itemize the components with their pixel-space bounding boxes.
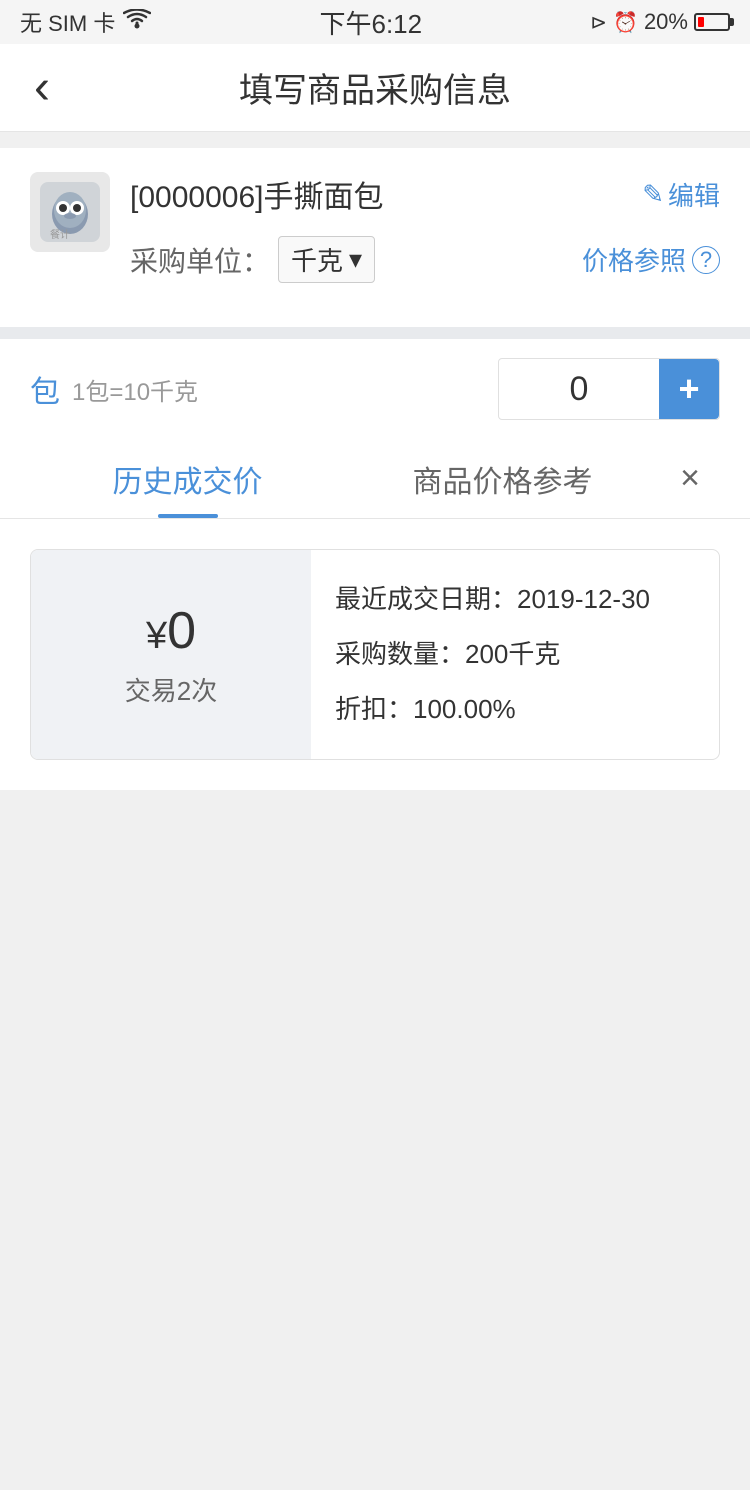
recent-date-value: 2019-12-30 [517,584,650,614]
price-card-right: 最近成交日期：2019-12-30 采购数量：200千克 折扣：100.00% [311,550,719,759]
quantity-input-wrap: + [498,358,720,420]
unit-select-dropdown[interactable]: 千克 ▾ [278,236,375,283]
product-info: [0000006]手撕面包 ✎ 编辑 采购单位： 千克 ▾ 价格参照 ? [130,172,720,283]
plus-icon: + [678,368,699,410]
alarm-icon: ⏰ [613,10,638,35]
edit-icon: ✎ [642,179,664,210]
quantity-input[interactable] [499,359,659,419]
quantity-unit-label: 包 [30,367,60,411]
price-card-left: ¥0 交易2次 [31,550,311,759]
nav-bar: ‹ 填写商品采购信息 [0,44,750,132]
recent-date-label: 最近成交日期： [335,584,517,614]
quantity-plus-button[interactable]: + [659,359,719,419]
price-value: 0 [167,602,196,660]
product-name: [0000006]手撕面包 [130,172,383,216]
back-button[interactable]: ‹ [24,50,60,125]
quantity-unit-ratio: 1包=10千克 [72,372,198,407]
price-yen-symbol: ¥ [146,615,167,657]
purchase-qty-label: 采购数量： [335,639,465,669]
tab-bar: 历史成交价 商品价格参考 × [0,439,750,519]
purchase-unit-label: 采购单位： [130,240,270,280]
purchase-qty-row: 采购数量：200千克 [335,635,695,674]
product-section: 餐计 [0000006]手撕面包 ✎ 编辑 采购单位： 千克 ▾ [0,148,750,327]
price-ref-question-icon: ? [692,246,720,274]
wifi-icon [123,9,151,35]
price-amount: ¥0 [146,601,196,661]
status-right: ⊳ ⏰ 20% [590,9,730,35]
tab-section: 历史成交价 商品价格参考 × ¥0 交易2次 最近成交日期：2019-12-30 [0,439,750,790]
tab-history-price-label: 历史成交价 [113,457,263,501]
price-ref-label: 价格参照 [582,241,686,278]
purchase-unit-row: 采购单位： 千克 ▾ 价格参照 ? [130,236,720,283]
location-icon: ⊳ [590,10,607,35]
price-card-section: ¥0 交易2次 最近成交日期：2019-12-30 采购数量：200千克 折扣：… [0,519,750,790]
purchase-qty-value: 200千克 [465,639,560,669]
svg-text:餐计: 餐计 [50,228,70,241]
product-thumbnail: 餐计 [30,172,110,252]
battery-percent: 20% [644,9,688,35]
quantity-row: 包 1包=10千克 + [0,339,750,439]
tab-active-underline [158,514,218,518]
recent-date-row: 最近成交日期：2019-12-30 [335,580,695,619]
discount-row: 折扣：100.00% [335,690,695,729]
battery-icon [694,13,730,31]
status-time: 下午6:12 [320,4,423,41]
edit-label: 编辑 [668,176,720,213]
product-header: 餐计 [0000006]手撕面包 ✎ 编辑 采购单位： 千克 ▾ [30,172,720,283]
close-icon: × [680,459,700,498]
main-content-background [0,790,750,1490]
product-name-row: [0000006]手撕面包 ✎ 编辑 [130,172,720,216]
tab-history-price[interactable]: 历史成交价 [30,439,345,518]
discount-value: 100.00% [413,694,516,724]
dropdown-arrow-icon: ▾ [349,244,362,275]
price-card: ¥0 交易2次 最近成交日期：2019-12-30 采购数量：200千克 折扣：… [30,549,720,760]
product-thumb-svg: 餐计 [40,182,100,242]
trade-count: 交易2次 [125,671,217,708]
tab-product-price-ref[interactable]: 商品价格参考 [345,439,660,518]
discount-label: 折扣： [335,694,413,724]
no-sim-text: 无 SIM 卡 [20,6,115,38]
status-left: 无 SIM 卡 [20,6,151,38]
unit-value: 千克 [291,241,343,278]
page-title: 填写商品采购信息 [239,63,511,112]
section-divider [0,327,750,339]
edit-button[interactable]: ✎ 编辑 [642,176,720,213]
price-ref-button[interactable]: 价格参照 ? [582,241,720,278]
tab-close-button[interactable]: × [660,449,720,509]
status-bar: 无 SIM 卡 下午6:12 ⊳ ⏰ 20% [0,0,750,44]
tab-product-price-ref-label: 商品价格参考 [413,457,593,501]
